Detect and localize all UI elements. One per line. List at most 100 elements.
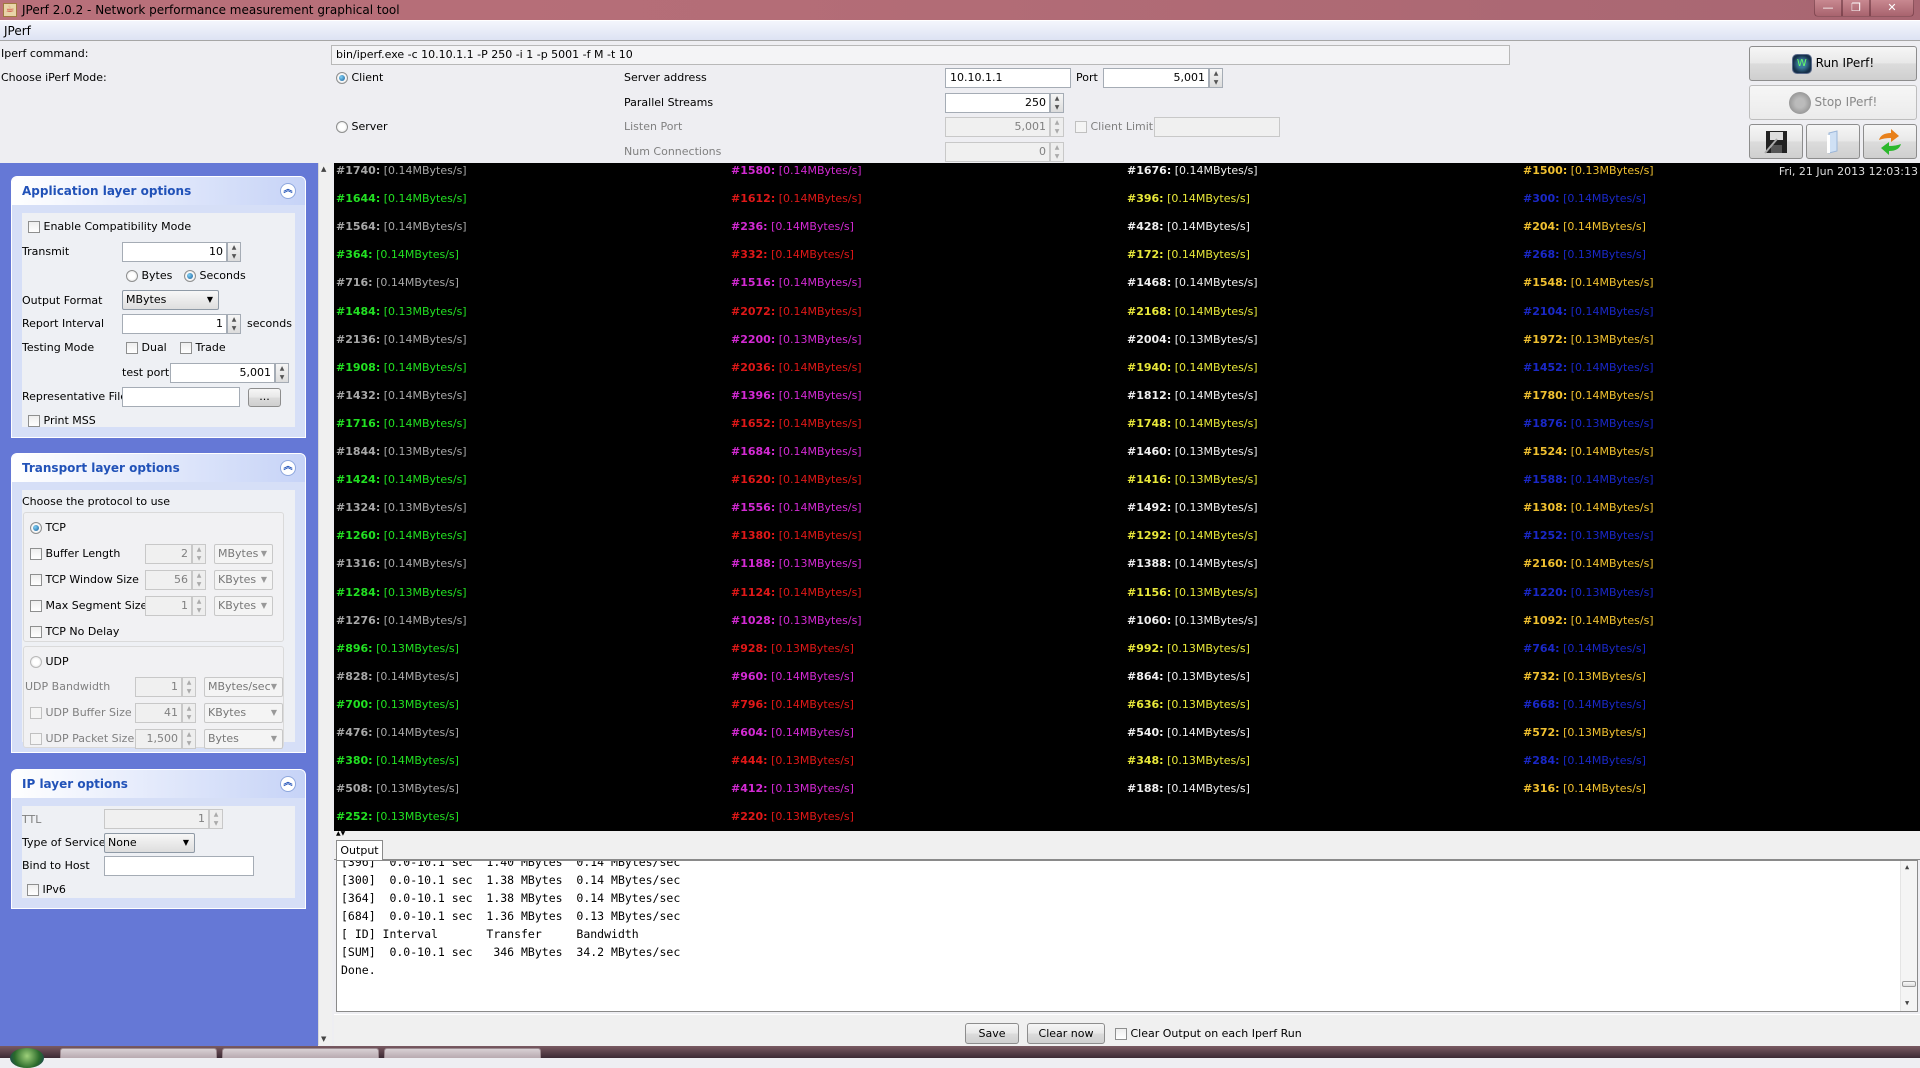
ttl-input[interactable]: 1 [104,809,209,829]
client-limit-input[interactable] [1154,117,1280,137]
num-conn-down-icon[interactable]: ▼ [1051,152,1063,161]
report-interval-input[interactable]: 1 [122,314,227,334]
udp-packet-unit-select[interactable]: Bytes ▼ [204,729,283,749]
port-stepper[interactable]: 5,001 ▲ ▼ [1103,68,1223,88]
tcp-window-checkbox[interactable] [30,574,42,586]
representative-file-input[interactable] [122,387,240,407]
taskbar-item[interactable] [384,1048,541,1058]
test-port-up-icon[interactable]: ▲ [276,364,288,373]
clear-each-run-option[interactable]: Clear Output on each Iperf Run [1115,1026,1302,1042]
mss-checkbox[interactable] [30,600,42,612]
compat-mode-option[interactable]: Enable Compatibility Mode [28,219,191,235]
listen-port-stepper[interactable]: 5,001 ▲ ▼ [945,117,1064,137]
buffer-length-input[interactable]: 2 [145,544,192,564]
output-console[interactable]: [396] 0.0-10.1 sec 1.40 MBytes 0.14 MByt… [336,860,1918,1012]
save-output-button[interactable]: Save [965,1023,1019,1044]
tcp-window-input[interactable]: 56 [145,570,192,590]
buffer-length-stepper[interactable]: 2 ▲ ▼ [145,544,206,564]
parallel-up-icon[interactable]: ▲ [1051,94,1063,103]
buffer-down-icon[interactable]: ▼ [193,554,205,563]
scroll-down-icon[interactable]: ▼ [1905,999,1909,1007]
udp-packet-input[interactable]: 1,500 [135,729,182,749]
ipv6-checkbox[interactable] [27,884,39,896]
output-scrollbar[interactable]: ▲ ▼ [1900,861,1917,1011]
bytes-radio[interactable] [126,270,138,282]
dual-option[interactable]: Dual [126,340,167,356]
restore-button[interactable]: ❐ [1842,0,1870,17]
scroll-up-icon[interactable]: ▲ [1905,863,1909,871]
pane-splitter[interactable]: ▲▼ [334,831,1920,838]
dual-checkbox[interactable] [126,342,138,354]
tcp-no-delay-option[interactable]: TCP No Delay [30,624,119,640]
test-port-down-icon[interactable]: ▼ [276,373,288,382]
buffer-length-option[interactable]: Buffer Length [30,546,120,562]
buffer-length-unit-select[interactable]: MBytes ▼ [214,544,273,564]
transmit-input[interactable]: 10 [122,242,227,262]
tab-output[interactable]: Output [336,840,383,861]
num-connections-input[interactable]: 0 [945,142,1050,162]
compat-mode-checkbox[interactable] [28,221,40,233]
tcp-no-delay-checkbox[interactable] [30,626,42,638]
bind-host-input[interactable] [104,856,254,876]
port-down-icon[interactable]: ▼ [1210,78,1222,87]
mss-stepper[interactable]: 1 ▲ ▼ [145,596,206,616]
parallel-streams-input[interactable]: 250 [945,93,1050,113]
mss-unit-select[interactable]: KBytes ▼ [214,596,273,616]
browse-file-button[interactable]: ... [248,388,281,407]
stop-iperf-button[interactable]: Stop IPerf! [1749,85,1917,120]
mss-option[interactable]: Max Segment Size [30,598,147,614]
udp-buffer-option[interactable]: UDP Buffer Size [30,705,132,721]
client-radio[interactable] [336,72,348,84]
options-panel-scrollbar[interactable]: ▲ ▼ [318,163,332,1045]
udp-packet-stepper[interactable]: 1,500 ▲ ▼ [135,729,196,749]
server-radio[interactable] [336,121,348,133]
client-limit-option[interactable]: Client Limit [1075,119,1153,135]
server-address-input[interactable]: 10.10.1.1 [945,68,1071,88]
test-port-input[interactable]: 5,001 [170,363,275,383]
transport-layer-header[interactable]: Transport layer options ︽ [12,454,305,482]
iperf-command-field[interactable]: bin/iperf.exe -c 10.10.1.1 -P 250 -i 1 -… [331,45,1510,65]
ipv6-option[interactable]: IPv6 [27,882,66,898]
trade-option[interactable]: Trade [180,340,226,356]
run-iperf-button[interactable]: W Run IPerf! [1749,46,1917,81]
ip-layer-header[interactable]: IP layer options ︽ [12,770,305,798]
tcp-radio-option[interactable]: TCP [30,520,66,536]
udp-buffer-stepper[interactable]: 41 ▲ ▼ [135,703,196,723]
ttl-down-icon[interactable]: ▼ [210,819,222,828]
listen-port-down-icon[interactable]: ▼ [1051,127,1063,136]
tos-select[interactable]: None ▼ [104,833,195,853]
udp-buffer-checkbox[interactable] [30,707,42,719]
tcp-window-stepper[interactable]: 56 ▲ ▼ [145,570,206,590]
udp-packet-checkbox[interactable] [30,733,42,745]
udp-bandwidth-input[interactable]: 1 [135,677,182,697]
parallel-streams-stepper[interactable]: 250 ▲ ▼ [945,93,1064,113]
application-layer-header[interactable]: Application layer options ︽ [12,177,305,205]
udp-pkt-up-icon[interactable]: ▲ [183,730,195,739]
port-input[interactable]: 5,001 [1103,68,1209,88]
scroll-down-icon[interactable]: ▼ [321,1035,326,1043]
interval-down-icon[interactable]: ▼ [228,324,240,333]
udp-radio[interactable] [30,656,42,668]
seconds-radio[interactable] [184,270,196,282]
udp-buf-down-icon[interactable]: ▼ [183,713,195,722]
taskbar-item[interactable] [60,1048,217,1058]
clear-now-button[interactable]: Clear now [1027,1023,1105,1044]
udp-bw-down-icon[interactable]: ▼ [183,687,195,696]
port-up-icon[interactable]: ▲ [1210,69,1222,78]
udp-radio-option[interactable]: UDP [30,654,69,670]
client-limit-checkbox[interactable] [1075,121,1087,133]
taskbar-item[interactable] [222,1048,379,1058]
mss-down-icon[interactable]: ▼ [193,606,205,615]
seconds-radio-option[interactable]: Seconds [184,268,246,284]
close-button[interactable]: ✕ [1870,0,1914,17]
buffer-up-icon[interactable]: ▲ [193,545,205,554]
print-mss-option[interactable]: Print MSS [28,413,96,429]
parallel-down-icon[interactable]: ▼ [1051,103,1063,112]
udp-bandwidth-unit-select[interactable]: MBytes/sec ▼ [204,677,283,697]
server-radio-option[interactable]: Server [336,119,388,135]
udp-pkt-down-icon[interactable]: ▼ [183,739,195,748]
udp-bandwidth-stepper[interactable]: 1 ▲ ▼ [135,677,196,697]
listen-port-input[interactable]: 5,001 [945,117,1050,137]
scroll-thumb[interactable] [1902,981,1916,987]
buffer-length-checkbox[interactable] [30,548,42,560]
